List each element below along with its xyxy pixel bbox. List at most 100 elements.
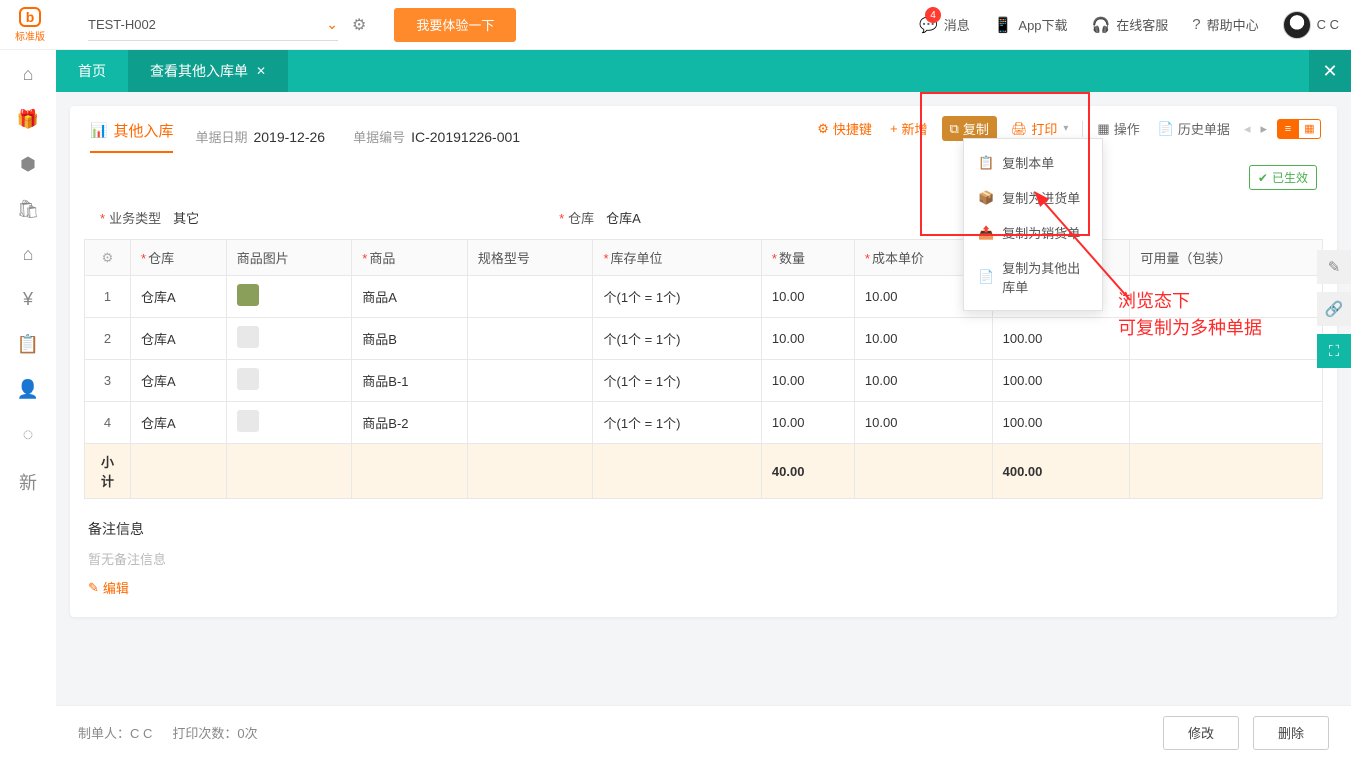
row-avail — [1130, 318, 1323, 360]
dropdown-copy-purchase[interactable]: 📦复制为进货单 — [964, 180, 1102, 215]
col-spec: 规格型号 — [467, 240, 593, 276]
remarks-edit-button[interactable]: ✎编辑 — [88, 578, 1319, 597]
row-avail — [1130, 276, 1323, 318]
row-spec — [467, 402, 593, 444]
rightstrip-note-icon[interactable]: ✎ — [1317, 250, 1351, 284]
row-qty: 10.00 — [761, 276, 854, 318]
row-index: 2 — [85, 318, 131, 360]
warehouse-value: 仓库A — [606, 211, 641, 226]
history-button[interactable]: 📄历史单据 — [1154, 116, 1234, 141]
warehouse-label: 仓库 — [568, 211, 594, 226]
try-button[interactable]: 我要体验一下 — [394, 8, 516, 42]
add-button[interactable]: +新增 — [886, 116, 932, 141]
row-product: 商品A — [352, 276, 468, 318]
view-toggle[interactable]: ≡ ▦ — [1277, 119, 1321, 139]
row-image — [226, 276, 352, 318]
table-row[interactable]: 2仓库A商品B个(1个 = 1个)10.0010.00100.00 — [85, 318, 1323, 360]
card-meta: 单据日期2019-12-26 单据编号IC-20191226-001 — [195, 127, 520, 146]
chevron-down-icon: ▾ — [1063, 123, 1068, 134]
settings-icon[interactable]: ⚙ — [352, 15, 366, 35]
tab-home-label: 首页 — [78, 61, 106, 81]
footer-actions: 修改 删除 — [1163, 716, 1329, 750]
rightstrip-expand-icon[interactable]: ⛶ — [1317, 334, 1351, 368]
gear-icon: ⚙ — [817, 121, 829, 137]
nav-home-icon[interactable]: ⌂ — [23, 64, 34, 85]
biztype-value: 其它 — [173, 211, 199, 226]
list-view-icon[interactable]: ≡ — [1277, 119, 1299, 139]
footer-bar: 制单人：C C 打印次数：0次 修改 删除 — [56, 705, 1351, 759]
nav-inventory-icon[interactable]: ⬢ — [20, 154, 36, 175]
help-link[interactable]: ? 帮助中心 — [1192, 15, 1258, 34]
prints-label: 打印次数： — [172, 726, 237, 741]
card-header: 📊 其他入库 单据日期2019-12-26 单据编号IC-20191226-00… — [70, 106, 1337, 157]
nav-member-icon[interactable]: 👤 — [17, 379, 39, 400]
tab-close-icon[interactable]: ✕ — [256, 64, 266, 78]
online-cs-link[interactable]: 🎧 在线客服 — [1092, 15, 1169, 34]
tab-home[interactable]: 首页 — [56, 50, 128, 92]
form-row: *业务类型其它 *仓库仓库A — [70, 190, 1337, 235]
delete-button[interactable]: 删除 — [1253, 716, 1329, 750]
rightstrip-link-icon[interactable]: 🔗 — [1317, 292, 1351, 326]
row-unit: 个(1个 = 1个) — [593, 402, 761, 444]
row-qty: 10.00 — [761, 360, 854, 402]
row-amount: 100.00 — [992, 360, 1130, 402]
nav-new-icon[interactable]: 新 — [19, 469, 37, 495]
work-area: 📊 其他入库 单据日期2019-12-26 单据编号IC-20191226-00… — [56, 92, 1351, 759]
row-unit: 个(1个 = 1个) — [593, 276, 761, 318]
tab-current[interactable]: 查看其他入库单 ✕ — [128, 50, 288, 92]
row-avail — [1130, 360, 1323, 402]
biztype-label: 业务类型 — [109, 211, 161, 226]
product-thumb — [237, 326, 259, 348]
row-amount: 100.00 — [992, 402, 1130, 444]
next-icon[interactable]: ▸ — [1260, 121, 1267, 137]
nav-gift-icon[interactable]: 🎁 — [17, 109, 39, 130]
row-cost: 10.00 — [854, 402, 992, 444]
nav-report-icon[interactable]: 📋 — [17, 334, 39, 355]
tab-strip: 首页 查看其他入库单 ✕ ✕ — [56, 50, 1351, 92]
product-thumb — [237, 368, 259, 390]
subtotal-row: 小计40.00400.00 — [85, 444, 1323, 499]
shortcut-button[interactable]: ⚙快捷键 — [813, 116, 876, 141]
grid-view-icon[interactable]: ▦ — [1299, 119, 1321, 139]
dropdown-copy-sales[interactable]: 📤复制为销货单 — [964, 215, 1102, 250]
table-row[interactable]: 4仓库A商品B-2个(1个 = 1个)10.0010.00100.00 — [85, 402, 1323, 444]
prev-icon[interactable]: ◂ — [1244, 121, 1251, 137]
copy-icon: ⧉ — [950, 121, 959, 137]
nav-cart-icon[interactable]: 🛍 — [17, 199, 40, 220]
doc-icon: 📄 — [978, 269, 994, 285]
status-row: ✔已生效 — [70, 157, 1337, 190]
app-download-link[interactable]: 📱 App下载 — [994, 15, 1068, 34]
org-selector[interactable]: TEST-H002 ⌄ — [88, 9, 338, 41]
row-cost: 10.00 — [854, 360, 992, 402]
headset-icon: 🎧 — [1092, 16, 1111, 34]
edit-button[interactable]: 修改 — [1163, 716, 1239, 750]
user-menu[interactable]: C C — [1283, 11, 1339, 39]
card-title-tab[interactable]: 📊 其他入库 — [90, 120, 173, 153]
nav-warehouse-icon[interactable]: ⌂ — [23, 244, 34, 265]
row-index: 1 — [85, 276, 131, 318]
table-wrap: ⚙ *仓库 商品图片 *商品 规格型号 *库存单位 *数量 *成本单价 *成本金… — [70, 235, 1337, 509]
copy-dropdown: 📋复制本单 📦复制为进货单 📤复制为销货单 📄复制为其他出库单 — [963, 138, 1103, 311]
document-card: 📊 其他入库 单据日期2019-12-26 单据编号IC-20191226-00… — [70, 106, 1337, 617]
org-name: TEST-H002 — [88, 17, 156, 32]
nav-finance-icon[interactable]: ¥ — [23, 289, 33, 310]
row-index: 4 — [85, 402, 131, 444]
nav-sync-icon[interactable]: ◌ — [23, 424, 34, 445]
row-warehouse: 仓库A — [131, 318, 227, 360]
messages-link[interactable]: 💬 4 消息 — [919, 15, 970, 34]
close-all-tabs[interactable]: ✕ — [1309, 50, 1351, 92]
col-settings[interactable]: ⚙ — [85, 240, 131, 276]
row-amount: 100.00 — [992, 318, 1130, 360]
doc-icon: 📄 — [1158, 121, 1174, 137]
date-label: 单据日期 — [195, 130, 247, 145]
dropdown-copy-this[interactable]: 📋复制本单 — [964, 145, 1102, 180]
remarks-title: 备注信息 — [88, 519, 1319, 539]
table-row[interactable]: 3仓库A商品B-1个(1个 = 1个)10.0010.00100.00 — [85, 360, 1323, 402]
phone-icon: 📱 — [994, 16, 1013, 34]
maker-label: 制单人： — [78, 726, 130, 741]
dropdown-copy-otherout[interactable]: 📄复制为其他出库单 — [964, 250, 1102, 304]
row-cost: 10.00 — [854, 318, 992, 360]
tab-current-label: 查看其他入库单 — [150, 61, 248, 81]
table-row[interactable]: 1仓库A商品A个(1个 = 1个)10.0010.00100.00 — [85, 276, 1323, 318]
docno-label: 单据编号 — [353, 130, 405, 145]
